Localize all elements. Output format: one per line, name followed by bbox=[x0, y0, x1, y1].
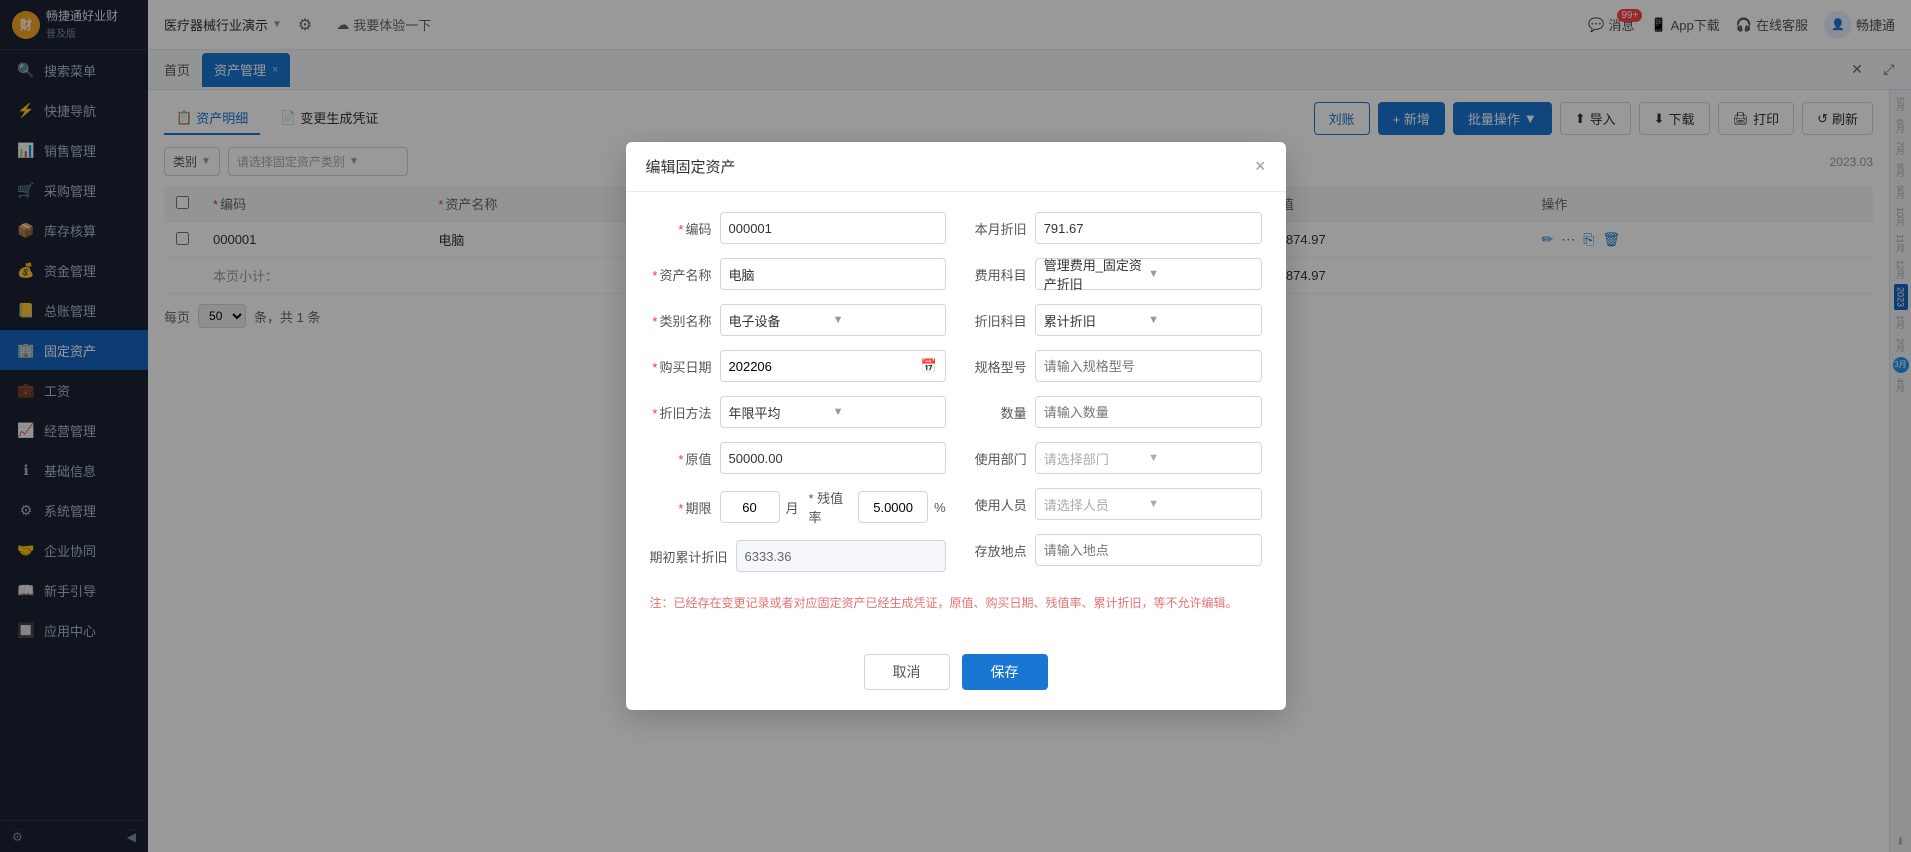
edit-asset-dialog: 编辑固定资产 × 编码 资产名称 bbox=[626, 142, 1286, 709]
expense-subject-label: 费用科目 bbox=[970, 265, 1035, 284]
field-depreciation-subject: 折旧科目 累计折旧 ▼ bbox=[970, 304, 1262, 336]
residual-pct-label: % bbox=[934, 500, 946, 515]
field-depreciation-method: 折旧方法 年限平均 ▼ bbox=[650, 396, 946, 428]
dialog-header: 编辑固定资产 × bbox=[626, 142, 1286, 192]
code-label: 编码 bbox=[650, 219, 720, 238]
calendar-icon[interactable]: 📅 bbox=[913, 358, 945, 374]
code-input[interactable] bbox=[720, 212, 946, 244]
storage-location-input[interactable] bbox=[1035, 534, 1262, 566]
depreciation-method-select[interactable]: 年限平均 ▼ bbox=[720, 396, 946, 428]
field-purchase-date: 购买日期 📅 bbox=[650, 350, 946, 382]
field-user-person: 使用人员 请选择人员 ▼ bbox=[970, 488, 1262, 520]
dialog-left-column: 编码 资产名称 类别名称 电子设备 ▼ bbox=[650, 212, 946, 586]
expense-subject-arrow: ▼ bbox=[1148, 268, 1252, 280]
quantity-input[interactable] bbox=[1035, 396, 1262, 428]
purchase-date-label: 购买日期 bbox=[650, 357, 720, 376]
purchase-date-input[interactable] bbox=[721, 359, 913, 374]
field-expense-subject: 费用科目 管理费用_固定资产折旧 ▼ bbox=[970, 258, 1262, 290]
department-arrow: ▼ bbox=[1148, 452, 1252, 464]
depreciation-subject-value: 累计折旧 bbox=[1044, 311, 1148, 330]
period-residual-row: 月 * 残值率 % bbox=[720, 488, 946, 526]
dialog-body: 编码 资产名称 类别名称 电子设备 ▼ bbox=[626, 192, 1286, 641]
field-monthly-depreciation: 本月折旧 bbox=[970, 212, 1262, 244]
category-select-arrow: ▼ bbox=[833, 314, 937, 326]
user-person-select[interactable]: 请选择人员 ▼ bbox=[1035, 488, 1262, 520]
dialog-overlay: 编辑固定资产 × 编码 资产名称 bbox=[0, 0, 1911, 852]
initial-depreciation-input bbox=[736, 540, 946, 572]
quantity-label: 数量 bbox=[970, 403, 1035, 422]
spec-model-label: 规格型号 bbox=[970, 357, 1035, 376]
category-select-value: 电子设备 bbox=[729, 311, 833, 330]
asset-name-input[interactable] bbox=[720, 258, 946, 290]
field-period-residual: 期限 月 * 残值率 % bbox=[650, 488, 946, 526]
cancel-button[interactable]: 取消 bbox=[864, 654, 950, 690]
depreciation-method-label: 折旧方法 bbox=[650, 403, 720, 422]
residual-rate-label: * 残值率 bbox=[809, 488, 853, 526]
department-placeholder: 请选择部门 bbox=[1044, 449, 1148, 468]
field-code: 编码 bbox=[650, 212, 946, 244]
purchase-date-picker[interactable]: 📅 bbox=[720, 350, 946, 382]
category-select[interactable]: 电子设备 ▼ bbox=[720, 304, 946, 336]
field-original-value: 原值 bbox=[650, 442, 946, 474]
field-asset-name: 资产名称 bbox=[650, 258, 946, 290]
expense-subject-value: 管理费用_固定资产折旧 bbox=[1044, 255, 1148, 293]
expense-subject-select[interactable]: 管理费用_固定资产折旧 ▼ bbox=[1035, 258, 1262, 290]
spec-model-input[interactable] bbox=[1035, 350, 1262, 382]
period-unit-label: 月 bbox=[786, 498, 799, 517]
field-spec-model: 规格型号 bbox=[970, 350, 1262, 382]
user-person-placeholder: 请选择人员 bbox=[1044, 495, 1148, 514]
depreciation-method-value: 年限平均 bbox=[729, 403, 833, 422]
dialog-right-column: 本月折旧 费用科目 管理费用_固定资产折旧 ▼ 折旧科目 bbox=[970, 212, 1262, 586]
depreciation-subject-label: 折旧科目 bbox=[970, 311, 1035, 330]
field-storage-location: 存放地点 bbox=[970, 534, 1262, 566]
field-department: 使用部门 请选择部门 ▼ bbox=[970, 442, 1262, 474]
save-button[interactable]: 保存 bbox=[962, 654, 1048, 690]
period-label: 期限 bbox=[650, 498, 720, 517]
storage-location-label: 存放地点 bbox=[970, 541, 1035, 560]
depreciation-method-arrow: ▼ bbox=[833, 406, 937, 418]
monthly-depreciation-input[interactable] bbox=[1035, 212, 1262, 244]
dialog-close-btn[interactable]: × bbox=[1255, 156, 1266, 177]
original-value-input[interactable] bbox=[720, 442, 946, 474]
original-value-label: 原值 bbox=[650, 449, 720, 468]
depreciation-subject-arrow: ▼ bbox=[1148, 314, 1252, 326]
asset-name-label: 资产名称 bbox=[650, 265, 720, 284]
department-label: 使用部门 bbox=[970, 449, 1035, 468]
category-label: 类别名称 bbox=[650, 311, 720, 330]
user-person-label: 使用人员 bbox=[970, 495, 1035, 514]
field-quantity: 数量 bbox=[970, 396, 1262, 428]
department-select[interactable]: 请选择部门 ▼ bbox=[1035, 442, 1262, 474]
period-input[interactable] bbox=[720, 491, 780, 523]
dialog-title: 编辑固定资产 bbox=[646, 156, 736, 177]
user-person-arrow: ▼ bbox=[1148, 498, 1252, 510]
initial-depreciation-label: 期初累计折旧 bbox=[650, 547, 736, 566]
dialog-footer: 取消 保存 bbox=[626, 642, 1286, 710]
field-category: 类别名称 电子设备 ▼ bbox=[650, 304, 946, 336]
dialog-note: 注：已经存在变更记录或者对应固定资产已经生成凭证，原值、购买日期、残值率、累计折… bbox=[650, 586, 1262, 621]
field-initial-depreciation: 期初累计折旧 bbox=[650, 540, 946, 572]
residual-rate-input[interactable] bbox=[858, 491, 928, 523]
monthly-depreciation-label: 本月折旧 bbox=[970, 219, 1035, 238]
depreciation-subject-select[interactable]: 累计折旧 ▼ bbox=[1035, 304, 1262, 336]
